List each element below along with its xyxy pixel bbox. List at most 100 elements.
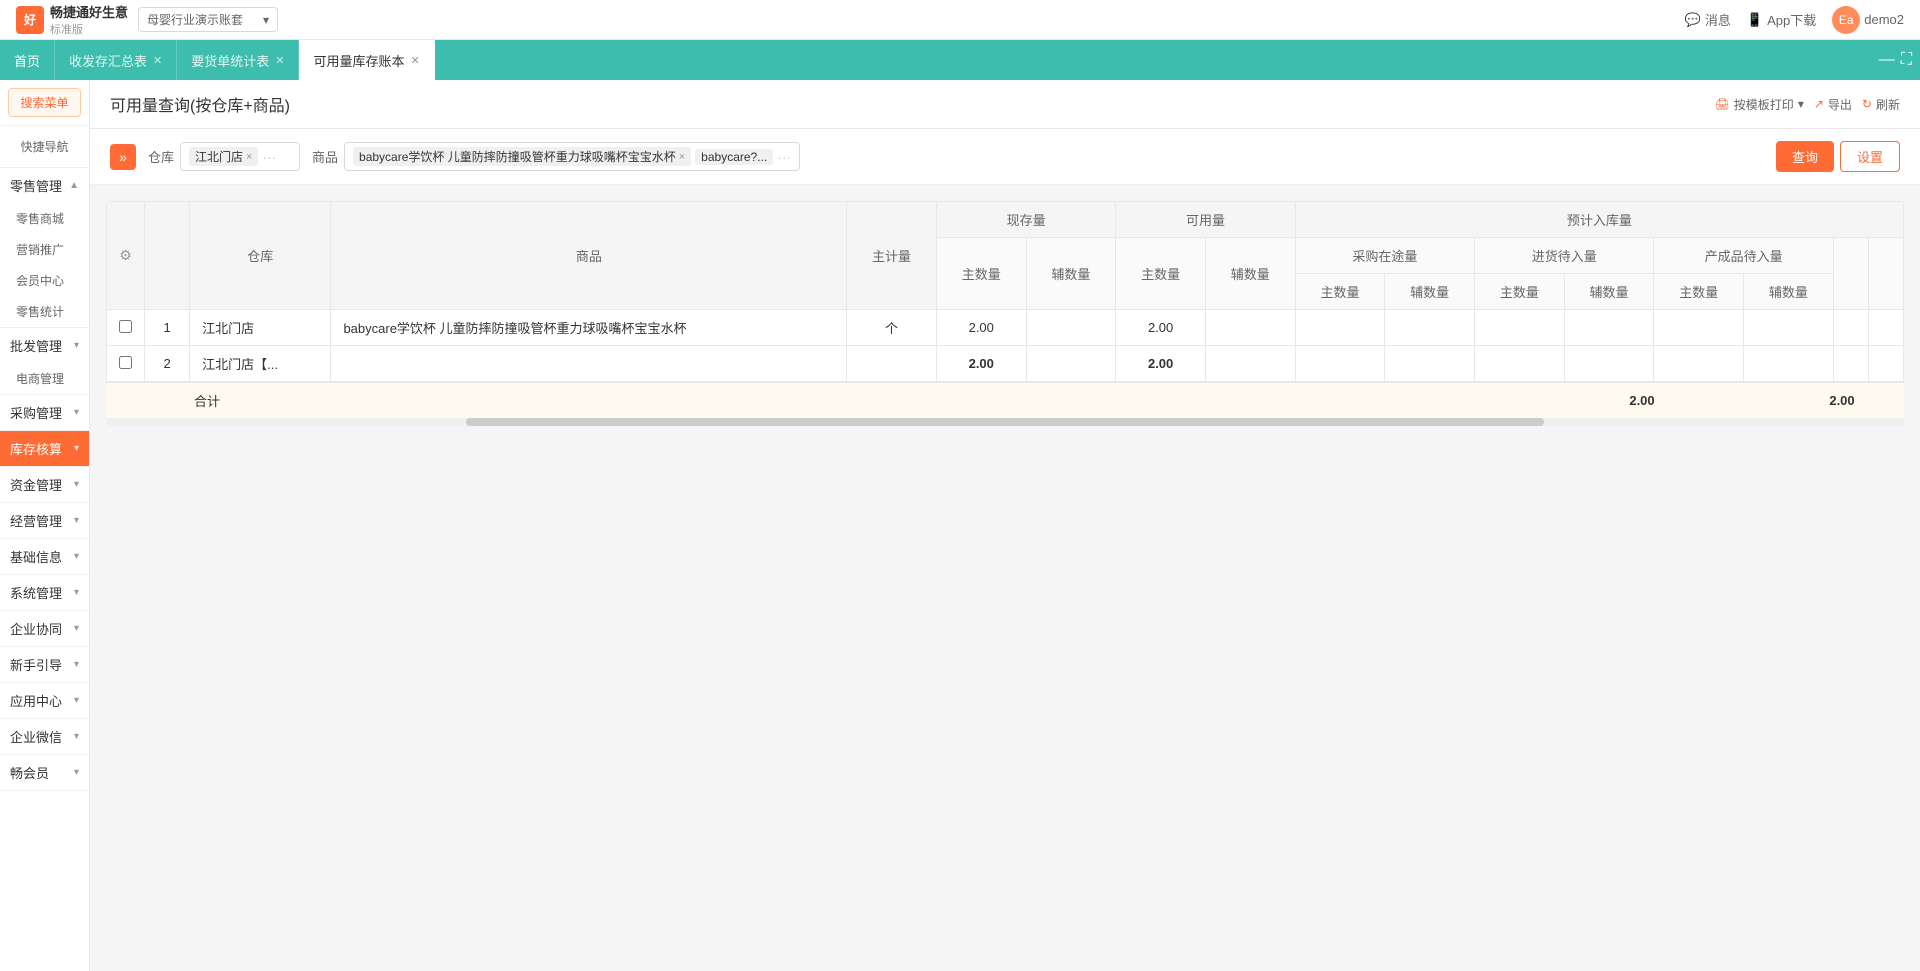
message-icon: 💬 xyxy=(1685,12,1701,28)
total-curr-main: 2.00 xyxy=(1592,393,1692,408)
row1-prod-sub xyxy=(1744,310,1834,346)
sidebar-section-operations-title[interactable]: 经营管理 ▾ xyxy=(0,503,89,538)
col-production-sub: 辅数量 xyxy=(1744,274,1834,310)
row2-in-main xyxy=(1475,346,1565,382)
sidebar-search-btn[interactable]: 搜索菜单 xyxy=(8,88,81,117)
sidebar-section-finance-title[interactable]: 资金管理 ▾ xyxy=(0,467,89,502)
row2-index: 2 xyxy=(145,346,190,382)
user-profile[interactable]: Ea demo2 xyxy=(1832,6,1904,34)
message-btn[interactable]: 💬 消息 xyxy=(1685,10,1731,29)
row2-checkbox[interactable] xyxy=(119,356,132,369)
sidebar-section-basics: 基础信息 ▾ xyxy=(0,539,89,575)
col-incoming-pending: 进货待入量 xyxy=(1475,238,1654,274)
app-download-btn[interactable]: 📱 App下载 xyxy=(1747,10,1816,29)
sidebar-section-newuser-title[interactable]: 新手引导 ▾ xyxy=(0,647,89,682)
tab-available-stock[interactable]: 可用量库存账本 ✕ xyxy=(299,40,434,80)
top-bar: 好 畅捷通好生意 标准版 母婴行业演示账套 ▾ 💬 消息 📱 App下载 Ea … xyxy=(0,0,1920,40)
chevron-right-icon-9: ▾ xyxy=(74,659,79,670)
sidebar-item-ecommerce[interactable]: 电商管理 xyxy=(0,363,89,394)
row1-product: babycare学饮杯 儿童防摔防撞吸管杯重力球吸嘴杯宝宝水杯 xyxy=(331,310,847,346)
avatar: Ea xyxy=(1832,6,1860,34)
sidebar-item-member[interactable]: 会员中心 xyxy=(0,265,89,296)
sidebar-section-system-title[interactable]: 系统管理 ▾ xyxy=(0,575,89,610)
col-current-stock: 现存量 xyxy=(936,202,1115,238)
page-header: 可用量查询(按仓库+商品) 🖨 按模板打印 ▾ ↗ 导出 ↻ 刷新 xyxy=(90,80,1920,129)
row2-curr-main: 2.00 xyxy=(936,346,1026,382)
warehouse-more-btn[interactable]: ··· xyxy=(262,149,276,165)
row1-in-main xyxy=(1475,310,1565,346)
table-row: 1 江北门店 babycare学饮杯 儿童防摔防撞吸管杯重力球吸嘴杯宝宝水杯 个… xyxy=(107,310,1904,346)
tab-close-available-stock[interactable]: ✕ xyxy=(411,54,420,67)
refresh-btn[interactable]: ↻ 刷新 xyxy=(1862,96,1900,113)
sidebar-section-inventory-title[interactable]: 库存核算 ▾ xyxy=(0,431,89,466)
row2-unit xyxy=(847,346,937,382)
tab-close-order-stats[interactable]: ✕ xyxy=(275,54,284,67)
export-btn[interactable]: ↗ 导出 xyxy=(1814,96,1852,113)
sidebar-section-purchase-title[interactable]: 采购管理 ▾ xyxy=(0,395,89,430)
filter-expand-btn[interactable]: » xyxy=(110,144,136,170)
sidebar-section-appstore-title[interactable]: 应用中心 ▾ xyxy=(0,683,89,718)
row2-pur-main xyxy=(1295,346,1385,382)
row1-check[interactable] xyxy=(107,310,145,346)
scroll-thumb[interactable] xyxy=(466,418,1545,426)
scroll-bar[interactable] xyxy=(106,418,1904,426)
row1-curr-sub xyxy=(1026,310,1116,346)
sidebar-item-retail-mall[interactable]: 零售商城 xyxy=(0,203,89,234)
col-index xyxy=(145,202,190,310)
sidebar-item-quicknav[interactable]: 快捷导航 xyxy=(0,132,89,161)
sidebar-section-purchase: 采购管理 ▾ xyxy=(0,395,89,431)
sidebar-item-marketing[interactable]: 营销推广 xyxy=(0,234,89,265)
sidebar-section-newuser: 新手引导 ▾ xyxy=(0,647,89,683)
row2-check[interactable] xyxy=(107,346,145,382)
tab-receive-send[interactable]: 收发存汇总表 ✕ xyxy=(55,40,177,80)
product-more-btn[interactable]: ··· xyxy=(777,149,791,165)
col-incoming-sub: 辅数量 xyxy=(1564,274,1654,310)
chevron-right-icon-11: ▾ xyxy=(74,731,79,742)
printer-icon: 🖨 xyxy=(1715,97,1730,111)
sidebar-section-enterprise-title[interactable]: 企业协同 ▾ xyxy=(0,611,89,646)
export-icon: ↗ xyxy=(1814,97,1824,111)
col-product: 商品 xyxy=(331,202,847,310)
col-forecast-in: 预计入库量 xyxy=(1295,202,1903,238)
chevron-right-icon-8: ▾ xyxy=(74,623,79,634)
product-filter: 商品 babycare学饮杯 儿童防摔防撞吸管杯重力球吸嘴杯宝宝水杯 × bab… xyxy=(312,142,800,171)
row1-checkbox[interactable] xyxy=(119,320,132,333)
warehouse-input[interactable]: 江北门店 × ··· xyxy=(180,142,300,171)
query-button[interactable]: 查询 xyxy=(1776,141,1834,172)
sidebar-section-wechat-title[interactable]: 企业微信 ▾ xyxy=(0,719,89,754)
sidebar-section-basics-title[interactable]: 基础信息 ▾ xyxy=(0,539,89,574)
tab-home[interactable]: 首页 xyxy=(0,40,55,80)
tab-close-receive-send[interactable]: ✕ xyxy=(153,54,162,67)
chevron-down-icon: ▲ xyxy=(69,180,79,191)
sidebar-section-vip-title[interactable]: 畅会员 ▾ xyxy=(0,755,89,790)
tab-maximize-btn[interactable]: ⛶ xyxy=(1901,51,1912,69)
row1-avail-sub xyxy=(1205,310,1295,346)
row2-product xyxy=(331,346,847,382)
tab-minimize-btn[interactable]: — xyxy=(1879,51,1895,69)
row2-prod-main xyxy=(1654,346,1744,382)
chevron-right-icon-2: ▾ xyxy=(74,407,79,418)
sidebar-item-retail-stats[interactable]: 零售统计 xyxy=(0,296,89,327)
filter-area: » 仓库 江北门店 × ··· 商品 babycare学饮杯 儿童防摔防撞吸管杯… xyxy=(90,129,1920,185)
sidebar-section-wholesale-title[interactable]: 批发管理 ▾ xyxy=(0,328,89,363)
col-purchase-sub: 辅数量 xyxy=(1385,274,1475,310)
tab-order-stats[interactable]: 要货单统计表 ✕ xyxy=(177,40,299,80)
warehouse-remove-btn[interactable]: × xyxy=(246,151,252,163)
col-avail-sub: 辅数量 xyxy=(1205,238,1295,310)
content-area: 可用量查询(按仓库+商品) 🖨 按模板打印 ▾ ↗ 导出 ↻ 刷新 » xyxy=(90,80,1920,971)
print-btn[interactable]: 🖨 按模板打印 ▾ xyxy=(1715,96,1804,113)
setting-button[interactable]: 设置 xyxy=(1840,141,1900,172)
row1-unit: 个 xyxy=(847,310,937,346)
col-production-main: 主数量 xyxy=(1654,274,1744,310)
gear-icon[interactable]: ⚙ xyxy=(119,247,132,263)
product-input[interactable]: babycare学饮杯 儿童防摔防撞吸管杯重力球吸嘴杯宝宝水杯 × babyca… xyxy=(344,142,800,171)
total-avail-main: 2.00 xyxy=(1792,393,1892,408)
sidebar-section-retail-title[interactable]: 零售管理 ▲ xyxy=(0,168,89,203)
row1-extra1 xyxy=(1833,310,1868,346)
product-remove-btn[interactable]: × xyxy=(679,151,685,163)
industry-select[interactable]: 母婴行业演示账套 ▾ xyxy=(138,7,278,32)
col-unit: 主计量 xyxy=(847,202,937,310)
row1-pur-sub xyxy=(1385,310,1475,346)
col-empty2 xyxy=(1868,238,1903,310)
table-container: ⚙ 仓库 商品 主计量 现存量 可用量 预计入库量 主数量 辅数量 主数量 xyxy=(106,201,1904,426)
